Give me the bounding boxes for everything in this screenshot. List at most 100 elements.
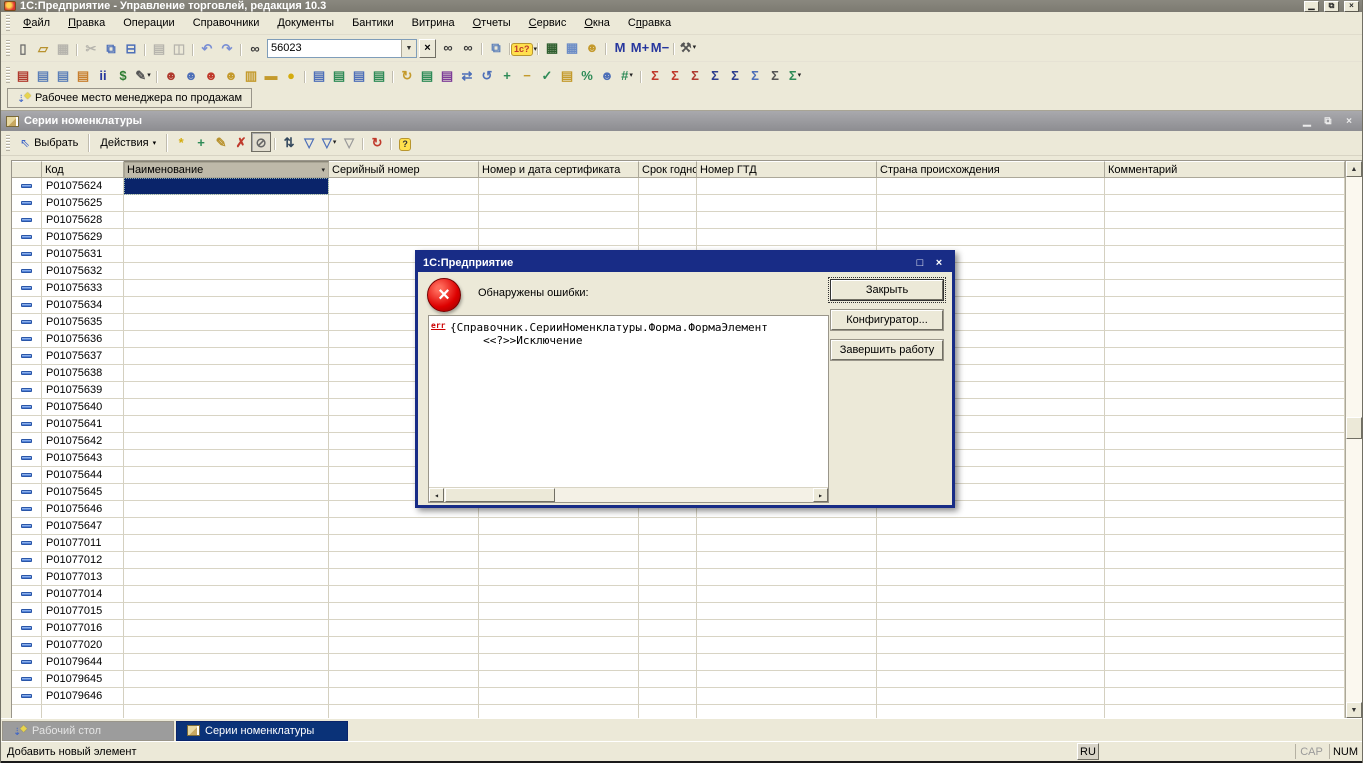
filter-by-value-icon[interactable]: ▽ ▾ bbox=[319, 132, 339, 152]
report-list-icon[interactable]: Σ bbox=[765, 65, 785, 85]
horizontal-scrollbar[interactable]: ◂ ▸ bbox=[429, 487, 828, 502]
table-row[interactable]: P01077016 bbox=[12, 620, 1345, 637]
sales-calculator-icon[interactable]: ✎ ▾ bbox=[133, 65, 153, 85]
scroll-left-icon[interactable]: ◂ bbox=[429, 488, 444, 502]
find-next-icon[interactable]: ∞ bbox=[438, 37, 458, 57]
table-row[interactable]: P01079644 bbox=[12, 654, 1345, 671]
docs-journal-icon[interactable]: ▤ bbox=[417, 65, 437, 85]
table-row[interactable]: P01077020 bbox=[12, 637, 1345, 654]
column-header-Срок годнос...[interactable]: Срок годнос... bbox=[639, 161, 697, 178]
search-input[interactable] bbox=[268, 42, 401, 54]
column-header-Номер и дата сертификата[interactable]: Номер и дата сертификата bbox=[479, 161, 639, 178]
help-icon[interactable]: ? bbox=[395, 134, 415, 154]
dialog-button-закрыть[interactable]: Закрыть bbox=[828, 277, 946, 303]
calculator-icon[interactable]: ▦ bbox=[542, 37, 562, 57]
column-header-icon[interactable] bbox=[12, 161, 42, 178]
add-payment-icon[interactable]: + bbox=[497, 65, 517, 85]
cash-register-icon[interactable]: ▤ bbox=[33, 65, 53, 85]
clear-filter-icon[interactable]: ▽ bbox=[339, 132, 359, 152]
scroll-right-icon[interactable]: ▸ bbox=[813, 488, 828, 502]
coins-icon[interactable]: ● bbox=[281, 65, 301, 85]
report-purchases-icon[interactable]: Σ bbox=[665, 65, 685, 85]
menu-item-отчеты[interactable]: Отчеты bbox=[465, 14, 519, 32]
discount-doc-icon[interactable]: % bbox=[577, 65, 597, 85]
table-row[interactable]: P01077011 bbox=[12, 535, 1345, 552]
person-coins-icon[interactable]: ☻ bbox=[221, 65, 241, 85]
help-1c-icon[interactable]: 1c? ▾ bbox=[510, 39, 537, 59]
dialog-close-icon[interactable]: × bbox=[931, 255, 947, 270]
report-money-icon[interactable]: Σ bbox=[705, 65, 725, 85]
table-row[interactable]: P01079645 bbox=[12, 671, 1345, 688]
workspace-manager-button[interactable]: ⇣ ◆ Рабочее место менеджера по продажам bbox=[7, 88, 253, 108]
combo-dropdown-icon[interactable]: ▼ bbox=[401, 39, 416, 57]
price-doc-icon[interactable]: ▤ bbox=[557, 65, 577, 85]
menu-item-сервис[interactable]: Сервис bbox=[521, 14, 575, 32]
mdi-restore-button[interactable]: ⧉ bbox=[1320, 114, 1336, 128]
sort-icon[interactable]: ⇅ bbox=[279, 132, 299, 152]
contractors-icon[interactable]: ii bbox=[93, 65, 113, 85]
planning-doc-icon[interactable]: ▤ bbox=[437, 65, 457, 85]
print-label-icon[interactable]: ▤ bbox=[73, 65, 93, 85]
column-header-Код[interactable]: Код bbox=[42, 161, 124, 178]
menu-item-операции[interactable]: Операции bbox=[115, 14, 182, 32]
selected-cell[interactable] bbox=[124, 178, 329, 195]
scrollbar-thumb[interactable] bbox=[1346, 417, 1362, 440]
memory-recall-icon[interactable]: M bbox=[610, 37, 630, 57]
report-debt-icon[interactable]: Σ bbox=[725, 65, 745, 85]
calendar-icon[interactable]: ▦ bbox=[562, 37, 582, 57]
supplier-order-icon[interactable]: ☻ bbox=[201, 65, 221, 85]
menu-item-справочники[interactable]: Справочники bbox=[185, 14, 268, 32]
scrollbar-thumb[interactable] bbox=[445, 488, 555, 502]
restore-button[interactable]: ⧉ bbox=[1324, 0, 1339, 12]
table-row[interactable]: P01077014 bbox=[12, 586, 1345, 603]
table-row[interactable]: P01079646 bbox=[12, 688, 1345, 705]
print-invoice-icon[interactable]: ▤ bbox=[53, 65, 73, 85]
outgoing-invoice-icon[interactable]: ▤ bbox=[369, 65, 389, 85]
customize-tools-icon[interactable]: ⚒ ▾ bbox=[678, 37, 698, 57]
table-row[interactable]: P01077015 bbox=[12, 603, 1345, 620]
menu-item-окна[interactable]: Окна bbox=[576, 14, 618, 32]
structure-icon[interactable]: # ▾ bbox=[617, 65, 637, 85]
report-sales-icon[interactable]: Σ bbox=[645, 65, 665, 85]
table-row[interactable]: P01075625 bbox=[12, 195, 1345, 212]
memory-subtract-icon[interactable]: M− bbox=[650, 37, 670, 57]
memory-add-icon[interactable]: M+ bbox=[630, 37, 650, 57]
incoming-doc-icon[interactable]: ▤ bbox=[309, 65, 329, 85]
minimize-button[interactable]: ▁ bbox=[1304, 0, 1319, 12]
menu-grip[interactable] bbox=[6, 15, 10, 31]
toolbar-grip[interactable] bbox=[6, 40, 10, 56]
toolbar-grip[interactable] bbox=[6, 67, 10, 83]
show-deleted-toggle-icon[interactable]: ⊘ bbox=[251, 132, 272, 152]
toolbar-grip[interactable] bbox=[6, 135, 10, 151]
table-row[interactable]: P01075628 bbox=[12, 212, 1345, 229]
lock-user-icon[interactable]: ☻ bbox=[582, 37, 602, 57]
money-flow-icon[interactable]: ↻ bbox=[397, 65, 417, 85]
archive-cabinet-icon[interactable]: ▤ bbox=[13, 65, 33, 85]
table-row[interactable]: P01075629 bbox=[12, 229, 1345, 246]
money-check-icon[interactable]: $ bbox=[113, 65, 133, 85]
edit-item-icon[interactable]: ✎ bbox=[211, 132, 231, 152]
scroll-up-icon[interactable]: ▲ bbox=[1346, 161, 1362, 177]
dialog-button-конфигуратор-[interactable]: Конфигуратор... bbox=[831, 310, 943, 330]
search-combobox[interactable]: ▼ bbox=[267, 38, 417, 58]
new-document-icon[interactable]: ▯ bbox=[13, 38, 33, 58]
menu-item-файл[interactable]: Файл bbox=[15, 14, 58, 32]
sales-chart-icon[interactable]: ▥ bbox=[241, 65, 261, 85]
menu-item-документы[interactable]: Документы bbox=[269, 14, 342, 32]
outgoing-doc-icon[interactable]: ▤ bbox=[329, 65, 349, 85]
copy-icon[interactable]: ⧉ bbox=[101, 38, 121, 58]
dialog-maximize-icon[interactable]: □ bbox=[912, 255, 928, 270]
buyer-order-icon[interactable]: ☻ bbox=[181, 65, 201, 85]
report-orders-icon[interactable]: Σ bbox=[745, 65, 765, 85]
manager-doc-icon[interactable]: ☻ bbox=[597, 65, 617, 85]
transfer-doc-icon[interactable]: ⇄ bbox=[457, 65, 477, 85]
approve-payment-icon[interactable]: ✓ bbox=[537, 65, 557, 85]
column-header-Страна происхождения[interactable]: Страна происхождения bbox=[877, 161, 1105, 178]
table-row[interactable]: P01075624 bbox=[12, 178, 1345, 195]
table-row[interactable]: P01077012 bbox=[12, 552, 1345, 569]
table-row[interactable]: P01077013 bbox=[12, 569, 1345, 586]
remove-payment-icon[interactable]: − bbox=[517, 65, 537, 85]
clear-search-button[interactable]: × bbox=[419, 38, 436, 58]
table-row[interactable]: P01075647 bbox=[12, 518, 1345, 535]
language-indicator[interactable]: RU bbox=[1077, 743, 1099, 760]
